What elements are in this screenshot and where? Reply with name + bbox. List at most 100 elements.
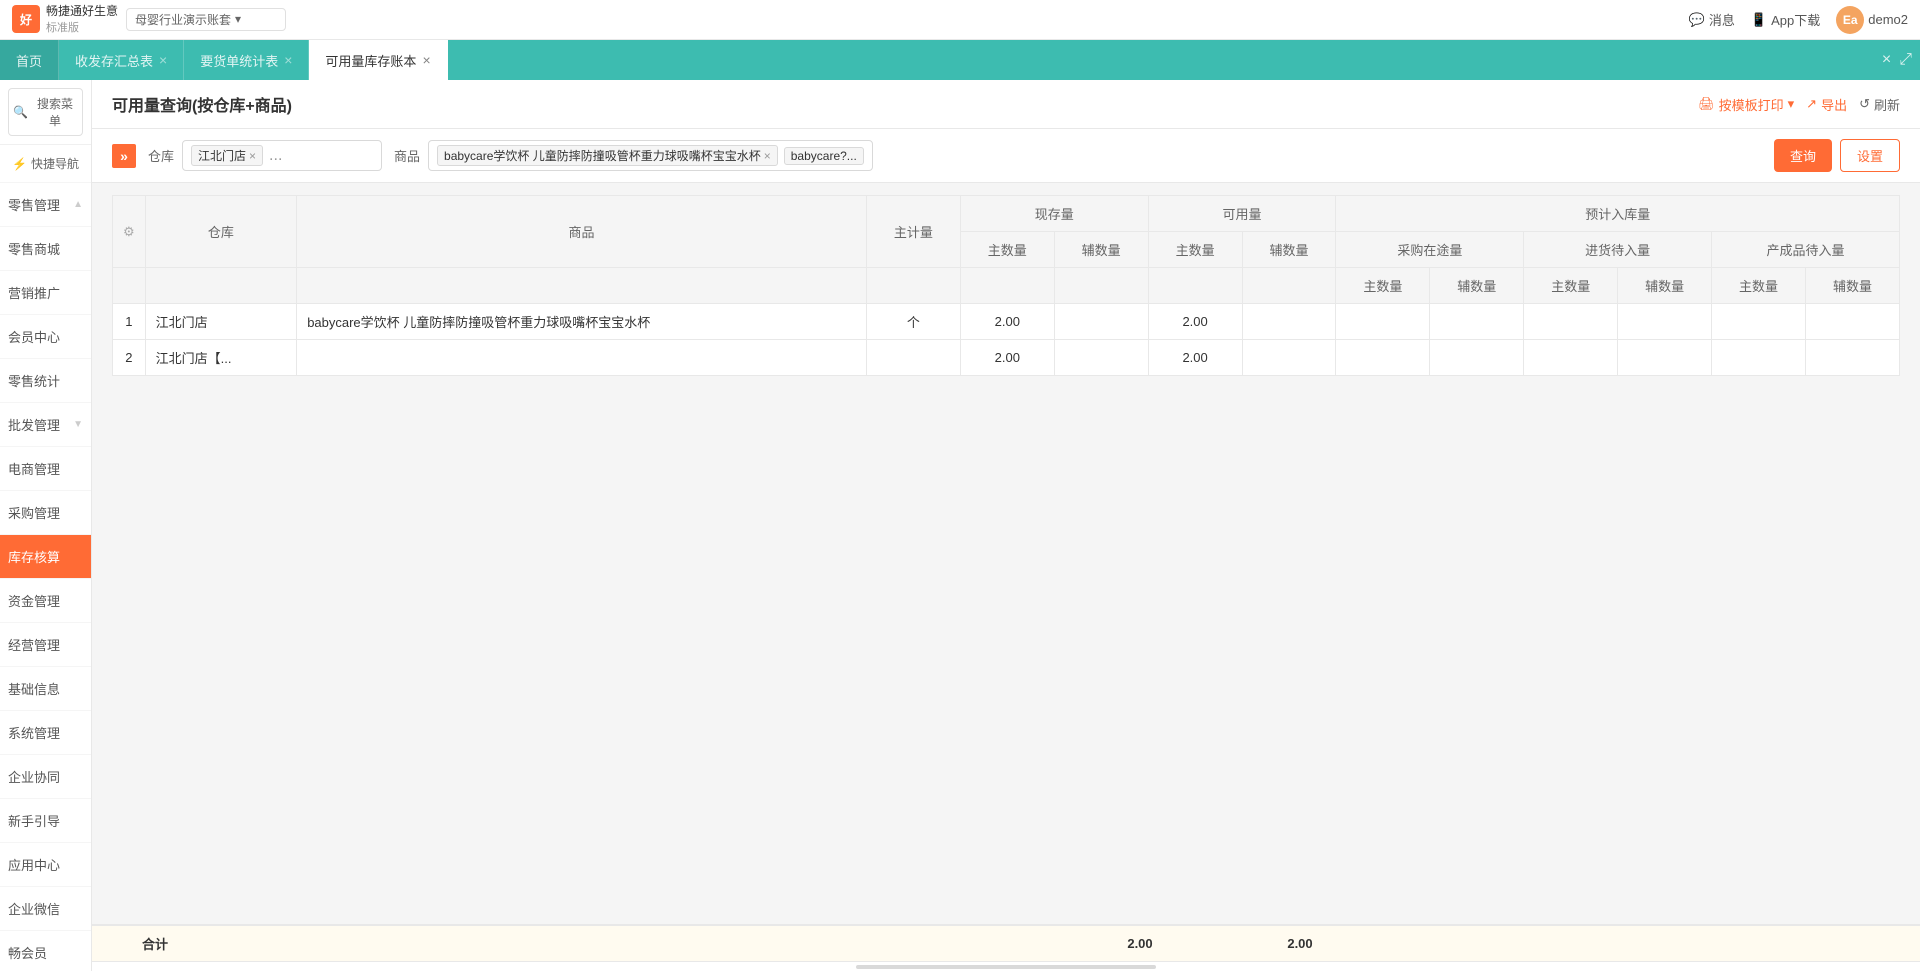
sidebar-item-label: 零售管理 xyxy=(8,195,60,214)
tab-home[interactable]: 首页 xyxy=(0,40,59,80)
sidebar-item-changhui[interactable]: 畅会员 xyxy=(0,931,91,971)
close-icon-keyongliang[interactable]: × xyxy=(422,52,430,68)
col-production-aux-sub: 辅数量 xyxy=(1805,268,1899,304)
cell-warehouse: 江北门店【... xyxy=(145,340,297,376)
sidebar-item-inventory[interactable]: 库存核算 xyxy=(0,535,91,579)
page-header: 可用量查询(按仓库+商品) 🖨 按模板打印 ▾ ↗ 导出 ↺ 刷新 xyxy=(92,80,1920,129)
sidebar-item-retail-stats[interactable]: 零售统计 xyxy=(0,359,91,403)
sidebar-item-marketing[interactable]: 营销推广 xyxy=(0,271,91,315)
app-download-btn[interactable]: 📱 App下载 xyxy=(1751,10,1820,29)
cell-unit: 个 xyxy=(866,304,960,340)
sidebar-item-enterprise[interactable]: 企业协同 xyxy=(0,755,91,799)
tab-yaohuo[interactable]: 要货单统计表 × xyxy=(184,40,309,80)
cell-warehouse: 江北门店 xyxy=(145,304,297,340)
cell-incoming-aux xyxy=(1618,340,1712,376)
col-incoming-main-sub: 主数量 xyxy=(1524,268,1618,304)
print-btn[interactable]: 🖨 按模板打印 ▾ xyxy=(1698,95,1794,114)
print-icon: 🖨 xyxy=(1698,96,1715,112)
footer-stock-main: 2.00 xyxy=(1100,934,1180,953)
sidebar-item-retail-mgmt[interactable]: 零售管理 ▲ xyxy=(0,183,91,227)
tab-keyongliang[interactable]: 可用量库存账本 × xyxy=(309,40,447,80)
sidebar-item-retail-mall[interactable]: 零售商城 xyxy=(0,227,91,271)
query-btn[interactable]: 查询 xyxy=(1774,139,1832,172)
sidebar-item-label: 电商管理 xyxy=(8,459,60,478)
table-body: 1 江北门店 babycare学饮杯 儿童防摔防撞吸管杯重力球吸嘴杯宝宝水杯 个… xyxy=(113,304,1900,376)
sidebar-item-label: 营销推广 xyxy=(8,283,60,302)
footer-label: 合计 xyxy=(142,934,222,953)
product-tag2: babycare?... xyxy=(784,147,864,165)
content-area: 可用量查询(按仓库+商品) 🖨 按模板打印 ▾ ↗ 导出 ↺ 刷新 » xyxy=(92,80,1920,971)
sidebar-item-app-center[interactable]: 应用中心 xyxy=(0,843,91,887)
sidebar-item-label: 经营管理 xyxy=(8,635,60,654)
settings-icon[interactable]: ⚙ xyxy=(123,224,135,239)
sidebar-item-basic-info[interactable]: 基础信息 xyxy=(0,667,91,711)
sidebar-item-label: 系统管理 xyxy=(8,723,60,742)
tab-yaohuo-label: 要货单统计表 xyxy=(200,51,278,70)
sidebar-item-label: 批发管理 xyxy=(8,415,60,434)
col-unit-header: 主计量 xyxy=(866,196,960,268)
horizontal-scrollbar[interactable] xyxy=(856,965,1156,969)
nav-tabs: 首页 收发存汇总表 × 要货单统计表 × 可用量库存账本 × × ⤢ xyxy=(0,40,1920,80)
sidebar-item-system[interactable]: 系统管理 xyxy=(0,711,91,755)
page-title: 可用量查询(按仓库+商品) xyxy=(112,92,292,116)
window-close-icon[interactable]: × xyxy=(1882,51,1891,69)
page-actions: 🖨 按模板打印 ▾ ↗ 导出 ↺ 刷新 xyxy=(1698,95,1900,114)
sidebar-item-wholesale[interactable]: 批发管理 ▼ xyxy=(0,403,91,447)
data-table: ⚙ 仓库 商品 主计量 现存量 可用量 预计入库量 主数量 辅数量 主数量 辅数… xyxy=(112,195,1900,376)
filter-toggle-btn[interactable]: » xyxy=(112,144,136,168)
close-icon-yaohuo[interactable]: × xyxy=(284,52,292,68)
sidebar-item-operations[interactable]: 经营管理 xyxy=(0,623,91,667)
product-tag2-text: babycare?... xyxy=(791,149,857,163)
col-available-aux-header: 辅数量 xyxy=(1242,232,1336,268)
org-selector[interactable]: 母婴行业演示账套 ▾ xyxy=(126,8,286,31)
refresh-btn[interactable]: ↺ 刷新 xyxy=(1859,95,1900,114)
close-icon-shoufacun[interactable]: × xyxy=(159,52,167,68)
sidebar-item-label: 基础信息 xyxy=(8,679,60,698)
product-tag1: babycare学饮杯 儿童防摔防撞吸管杯重力球吸嘴杯宝宝水杯 × xyxy=(437,145,778,166)
export-btn[interactable]: ↗ 导出 xyxy=(1806,95,1847,114)
sidebar-item-label: 新手引导 xyxy=(8,811,60,830)
user-initial: Ea xyxy=(1843,13,1858,27)
warehouse-filter: 仓库 江北门店 × ... xyxy=(148,140,382,171)
product-input[interactable]: babycare学饮杯 儿童防摔防撞吸管杯重力球吸嘴杯宝宝水杯 × babyca… xyxy=(428,140,873,171)
sidebar-nav-btn[interactable]: ⚡ 快捷导航 xyxy=(0,145,91,183)
search-menu-btn[interactable]: 🔍 搜索菜单 xyxy=(8,88,83,136)
top-bar: 好 畅捷通好生意 标准版 母婴行业演示账套 ▾ 💬 消息 📱 App下载 Ea … xyxy=(0,0,1920,40)
warehouse-tag-text: 江北门店 xyxy=(198,147,246,164)
refresh-label: 刷新 xyxy=(1874,95,1900,114)
warehouse-input[interactable]: 江北门店 × ... xyxy=(182,140,382,171)
col-available-group-header: 可用量 xyxy=(1148,196,1336,232)
product-tag1-close[interactable]: × xyxy=(764,149,771,163)
message-btn[interactable]: 💬 消息 xyxy=(1689,10,1735,29)
window-maximize-icon[interactable]: ⤢ xyxy=(1899,51,1912,69)
sidebar: 🔍 搜索菜单 ⚡ 快捷导航 零售管理 ▲ 零售商城 营销推广 会员中心 零售统计… xyxy=(0,80,92,971)
chevron-down-icon: ▼ xyxy=(73,419,83,430)
cell-production-aux xyxy=(1805,340,1899,376)
org-name: 母婴行业演示账套 xyxy=(135,11,231,28)
col-available-main-header: 主数量 xyxy=(1148,232,1242,268)
nav-label: 快捷导航 xyxy=(31,155,79,172)
sidebar-item-label: 应用中心 xyxy=(8,855,60,874)
sidebar-item-wechat[interactable]: 企业微信 xyxy=(0,887,91,931)
col-purchase-group-header: 采购在途量 xyxy=(1336,232,1524,268)
sidebar-item-finance[interactable]: 资金管理 xyxy=(0,579,91,623)
warehouse-more-icon[interactable]: ... xyxy=(269,147,282,165)
chevron-up-icon: ▲ xyxy=(73,199,83,210)
sidebar-item-member[interactable]: 会员中心 xyxy=(0,315,91,359)
product-tag1-text: babycare学饮杯 儿童防摔防撞吸管杯重力球吸嘴杯宝宝水杯 xyxy=(444,147,761,164)
sidebar-item-newbie[interactable]: 新手引导 xyxy=(0,799,91,843)
col-settings-header[interactable]: ⚙ xyxy=(113,196,146,268)
nav-icon: ⚡ xyxy=(12,157,27,171)
cell-production-aux xyxy=(1805,304,1899,340)
sidebar-item-purchase[interactable]: 采购管理 xyxy=(0,491,91,535)
cell-stock-main: 2.00 xyxy=(960,304,1054,340)
print-arrow-icon: ▾ xyxy=(1788,96,1795,112)
user-area[interactable]: Ea demo2 xyxy=(1836,6,1908,34)
warehouse-tag-close[interactable]: × xyxy=(249,149,256,163)
sidebar-item-ecommerce[interactable]: 电商管理 xyxy=(0,447,91,491)
col-incoming-group-header: 进货待入量 xyxy=(1524,232,1712,268)
tab-shoufacun[interactable]: 收发存汇总表 × xyxy=(59,40,184,80)
col-stock-group-header: 现存量 xyxy=(960,196,1148,232)
message-label: 消息 xyxy=(1709,10,1735,29)
setting-btn[interactable]: 设置 xyxy=(1840,139,1900,172)
